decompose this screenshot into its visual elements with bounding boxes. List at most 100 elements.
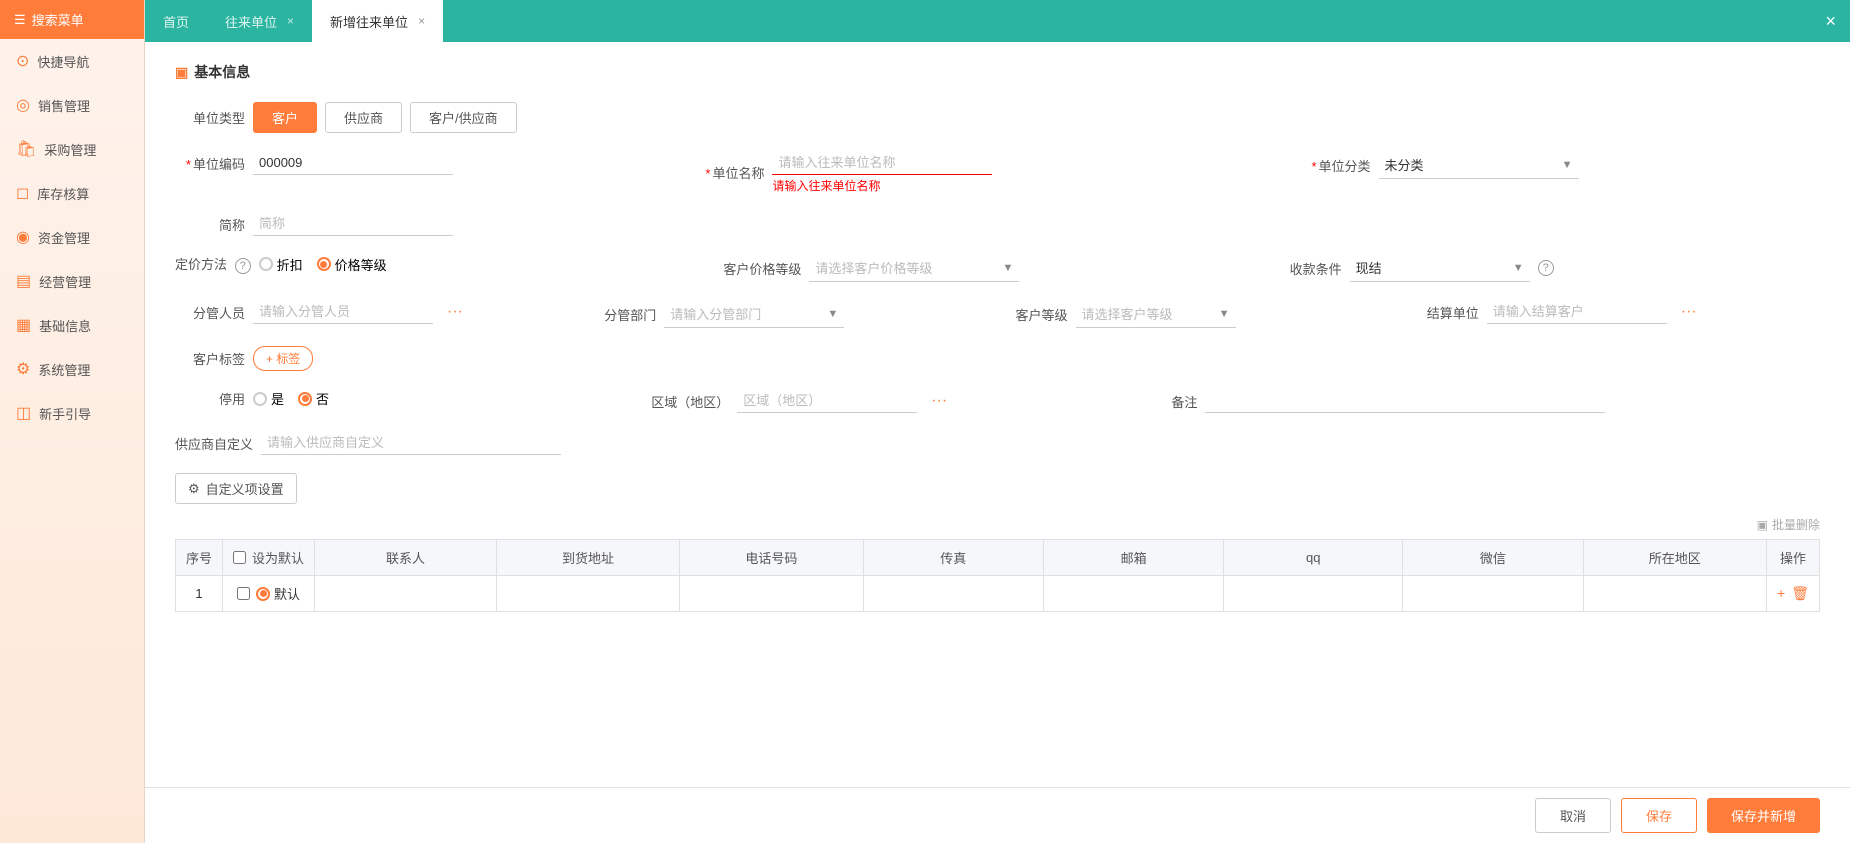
row-fax[interactable] xyxy=(863,576,1043,612)
unit-type-group: 单位类型 客户 供应商 客户/供应商 xyxy=(175,102,1820,133)
sidebar-item-sales[interactable]: ◎ 销售管理 xyxy=(0,83,144,127)
sidebar-item-label: 采购管理 xyxy=(44,140,96,159)
pricing-radio-discount[interactable]: 折扣 xyxy=(259,255,303,274)
add-tag-button[interactable]: + 标签 xyxy=(253,346,313,371)
unit-category-select[interactable]: 未分类 ▼ xyxy=(1379,151,1579,179)
department-select[interactable]: 请输入分管部门 ▼ xyxy=(664,300,844,328)
sidebar-item-system[interactable]: ⚙ 系统管理 xyxy=(0,347,144,391)
sales-icon: ◎ xyxy=(16,95,30,115)
settlement-more-btn[interactable]: ··· xyxy=(1675,303,1703,321)
guide-icon: ◫ xyxy=(16,403,31,423)
sidebar-item-label: 新手引导 xyxy=(39,404,91,423)
disabled-yes-radio[interactable]: 是 xyxy=(253,389,284,408)
sidebar-item-inventory[interactable]: ◻ 库存核算 xyxy=(0,171,144,215)
customer-level-select[interactable]: 请选择客户等级 ▼ xyxy=(1076,300,1236,328)
unit-type-label: 单位类型 xyxy=(175,108,245,127)
phone-input[interactable] xyxy=(690,586,852,601)
pricing-help-icon[interactable]: ? xyxy=(235,258,251,274)
tab-contacts-close[interactable]: × xyxy=(287,14,294,28)
col-phone: 电话号码 xyxy=(680,540,863,576)
manager-input[interactable] xyxy=(253,300,433,324)
table-header-row: 序号 设为默认 联系人 到货地址 电话号码 传真 邮箱 qq 微信 所在地区 xyxy=(176,540,1820,576)
pricing-row: 定价方法 ? 折扣 价格等级 客户价格等级 请选择客户价 xyxy=(175,254,1820,282)
short-name-row: 简称 xyxy=(175,212,1820,236)
row-phone[interactable] xyxy=(680,576,863,612)
disabled-no-radio[interactable]: 否 xyxy=(298,389,329,408)
unit-btn-supplier[interactable]: 供应商 xyxy=(325,102,402,133)
tab-home[interactable]: 首页 xyxy=(145,0,207,42)
row-default-radio[interactable]: 默认 xyxy=(256,584,300,603)
region-input[interactable] xyxy=(737,389,917,413)
remark-input[interactable] xyxy=(1205,389,1605,413)
payment-terms-select[interactable]: 现结 ▼ xyxy=(1350,254,1530,282)
row-area[interactable] xyxy=(1583,576,1766,612)
sidebar-item-basic-info[interactable]: ▦ 基础信息 xyxy=(0,303,144,347)
unit-code-group: *单位编码 xyxy=(175,151,694,175)
pricing-radio-level[interactable]: 价格等级 xyxy=(317,255,387,274)
cancel-button[interactable]: 取消 xyxy=(1535,798,1611,833)
save-button[interactable]: 保存 xyxy=(1621,798,1697,833)
save-new-button[interactable]: 保存并新增 xyxy=(1707,798,1820,833)
sidebar-item-purchase[interactable]: 🛍 采购管理 xyxy=(0,127,144,171)
unit-name-error: 请输入往来单位名称 xyxy=(772,177,1300,194)
sidebar-search-label: 搜索菜单 xyxy=(32,10,84,29)
sidebar-search[interactable]: ☰ 搜索菜单 xyxy=(0,0,144,39)
supplier-custom-input[interactable] xyxy=(261,431,561,455)
sidebar-item-operations[interactable]: ▤ 经营管理 xyxy=(0,259,144,303)
window-close-button[interactable]: × xyxy=(1811,11,1850,32)
custom-settings-button[interactable]: ⚙ 自定义项设置 xyxy=(175,473,297,504)
tab-new-contact-close[interactable]: × xyxy=(418,14,425,28)
delete-row-button[interactable]: 🗑 xyxy=(1791,585,1809,602)
row-wechat[interactable] xyxy=(1403,576,1583,612)
short-name-input[interactable] xyxy=(253,212,453,236)
row-index: 1 xyxy=(176,576,223,612)
wechat-input[interactable] xyxy=(1413,586,1572,601)
unit-name-input-group: 请输入往来单位名称 xyxy=(772,151,1300,194)
search-icon: ☰ xyxy=(14,12,26,28)
unit-btn-both[interactable]: 客户/供应商 xyxy=(410,102,517,133)
add-row-button[interactable]: + xyxy=(1777,585,1785,602)
disabled-radio-group: 是 否 xyxy=(253,389,329,408)
price-level-radio-circle xyxy=(317,257,331,271)
row-qq[interactable] xyxy=(1224,576,1403,612)
contact-input[interactable] xyxy=(325,586,486,601)
unit-name-input[interactable] xyxy=(772,151,992,175)
sidebar-item-label: 基础信息 xyxy=(39,316,91,335)
region-more-btn[interactable]: ··· xyxy=(925,392,953,410)
quick-nav-icon: ⊙ xyxy=(16,51,29,71)
address-input[interactable] xyxy=(507,586,669,601)
row-contact[interactable] xyxy=(315,576,497,612)
qq-input[interactable] xyxy=(1234,586,1392,601)
row-email[interactable] xyxy=(1043,576,1223,612)
batch-delete-container[interactable]: ▣ 批量删除 xyxy=(175,516,1820,533)
row-checkbox[interactable] xyxy=(237,587,250,600)
fax-input[interactable] xyxy=(874,586,1033,601)
sidebar-item-quick-nav[interactable]: ⊙ 快捷导航 xyxy=(0,39,144,83)
area-input[interactable] xyxy=(1594,586,1756,601)
unit-code-input[interactable] xyxy=(253,151,453,175)
row-address[interactable] xyxy=(496,576,679,612)
select-all-checkbox[interactable] xyxy=(233,551,246,564)
payment-dropdown-arrow: ▼ xyxy=(1513,262,1524,274)
sidebar-item-guide[interactable]: ◫ 新手引导 xyxy=(0,391,144,435)
table-row: 1 默认 xyxy=(176,576,1820,612)
sidebar-item-finance[interactable]: ◉ 资金管理 xyxy=(0,215,144,259)
customer-level-arrow: ▼ xyxy=(1219,308,1230,320)
batch-delete-icon: ▣ xyxy=(1757,518,1768,532)
region-label: 区域（地区） xyxy=(651,392,729,411)
settlement-unit-group: 结算单位 ··· xyxy=(1409,300,1820,324)
email-input[interactable] xyxy=(1054,586,1213,601)
payment-help-icon[interactable]: ? xyxy=(1538,260,1554,276)
tab-new-contact[interactable]: 新增往来单位 × xyxy=(312,0,443,42)
unit-category-group: *单位分类 未分类 ▼ xyxy=(1301,151,1820,179)
sidebar-item-label: 快捷导航 xyxy=(37,52,89,71)
customer-price-level-select[interactable]: 请选择客户价格等级 ▼ xyxy=(809,254,1019,282)
settlement-unit-label: 结算单位 xyxy=(1409,303,1479,322)
tab-contacts[interactable]: 往来单位 × xyxy=(207,0,312,42)
unit-btn-customer[interactable]: 客户 xyxy=(253,102,317,133)
section-title: ▣ 基本信息 xyxy=(175,62,1820,82)
settlement-unit-input[interactable] xyxy=(1487,300,1667,324)
department-group: 分管部门 请输入分管部门 ▼ xyxy=(586,300,997,328)
price-level-dropdown-arrow: ▼ xyxy=(1002,262,1013,274)
manager-more-btn[interactable]: ··· xyxy=(441,303,469,321)
